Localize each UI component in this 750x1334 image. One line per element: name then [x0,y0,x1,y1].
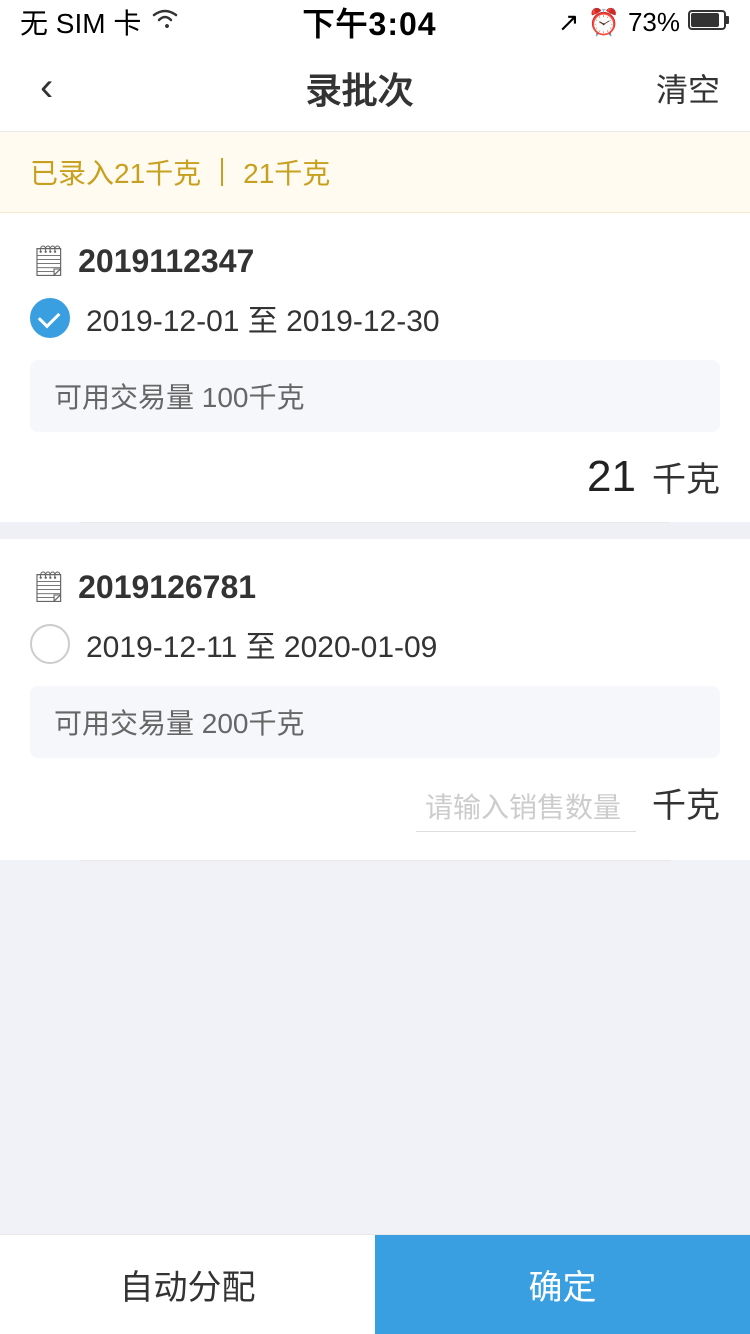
batch-id-2: 2019126781 [78,569,256,606]
recorded-amount: 已录入21千克 [30,152,201,192]
radio-2[interactable] [30,624,70,664]
divider-2 [80,860,670,861]
batch-id-1: 2019112347 [78,243,254,280]
status-left: 无 SIM 卡 [20,2,181,42]
page-title: 录批次 [306,62,414,114]
available-box-1: 可用交易量 100千克 [30,360,720,432]
info-banner: 已录入21千克 21千克 [0,132,750,213]
info-divider [221,158,223,186]
carrier-text: 无 SIM 卡 [20,2,141,42]
batch-unit-1: 千克 [652,452,720,501]
status-right: ↗ ⏰ 73% [558,7,730,38]
batch-date-row-2: 2019-12-11 至 2020-01-09 [30,622,720,666]
batch-item-1: 🗒 2019112347 2019-12-01 至 2019-12-30 可用交… [0,213,750,432]
batch-value-1: 21 [587,452,636,502]
status-bar: 无 SIM 卡 下午3:04 ↗ ⏰ 73% [0,0,750,44]
confirm-button[interactable]: 确定 [375,1235,750,1334]
doc-icon-2: 🗒 [30,570,68,605]
batch-date-1: 2019-12-01 至 2019-12-30 [86,296,440,340]
radio-1[interactable] [30,298,70,338]
batch-item-2: 🗒 2019126781 2019-12-11 至 2020-01-09 可用交… [0,539,750,758]
bottom-bar: 自动分配 确定 [0,1234,750,1334]
batch-unit-2: 千克 [652,778,720,827]
battery-icon [688,7,730,38]
nav-bar: ‹ 录批次 清空 [0,44,750,132]
available-box-2: 可用交易量 200千克 [30,686,720,758]
alarm-icon: ⏰ [588,7,620,38]
total-amount: 21千克 [243,152,330,192]
batch-header-2: 🗒 2019126781 [30,569,720,606]
content-area: 🗒 2019112347 2019-12-01 至 2019-12-30 可用交… [0,213,750,961]
doc-icon-1: 🗒 [30,244,68,279]
back-button[interactable]: ‹ [30,55,63,120]
value-row-1: 21 千克 [0,432,750,522]
batch-date-2: 2019-12-11 至 2020-01-09 [86,622,437,666]
clear-button[interactable]: 清空 [656,65,720,111]
qty-input-2[interactable] [416,784,636,832]
wifi-icon [149,6,181,39]
batch-header-1: 🗒 2019112347 [30,243,720,280]
time-display: 下午3:04 [303,0,437,45]
input-row-2: 千克 [0,758,750,860]
section-divider [0,523,750,539]
batch-date-row-1: 2019-12-01 至 2019-12-30 [30,296,720,340]
auto-distribute-button[interactable]: 自动分配 [0,1235,375,1334]
battery-text: 73% [628,7,680,38]
location-icon: ↗ [558,7,580,38]
